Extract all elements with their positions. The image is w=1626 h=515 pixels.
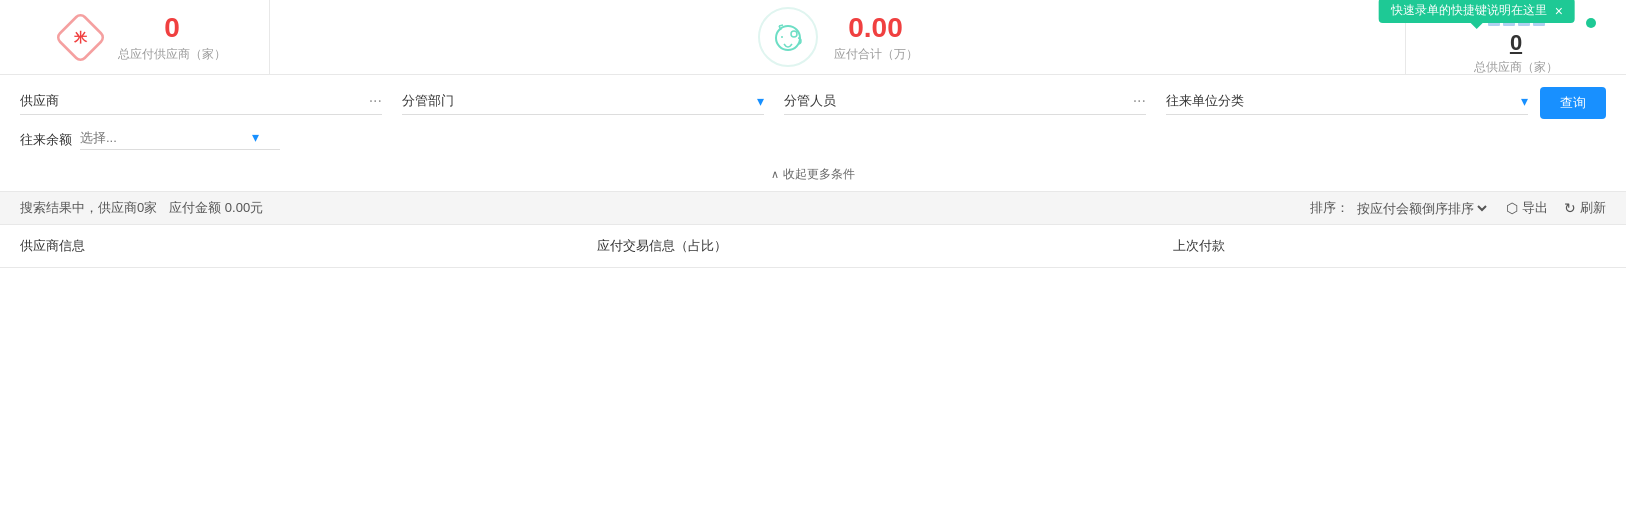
dept-dropdown-icon[interactable]: ▾	[757, 93, 764, 109]
supplier-filter-input[interactable]	[67, 93, 365, 108]
person-filter-label: 分管人员	[784, 92, 836, 110]
svg-text:米: 米	[73, 30, 88, 45]
unit-filter: 往来单位分类 ▾	[1166, 92, 1528, 115]
person-more-btn[interactable]: ···	[1133, 92, 1146, 110]
stat-total-supplier-section: 快速录单的快捷键说明在这里 × 0 总供应商（家）	[1406, 0, 1626, 74]
pig-icon	[769, 18, 807, 56]
unit-dropdown-icon[interactable]: ▾	[1521, 93, 1528, 109]
payable-icon	[758, 7, 818, 67]
supplier-filter: 供应商 ···	[20, 92, 382, 115]
export-label: 导出	[1522, 199, 1548, 217]
stats-bar: 米 0 总应付供应商（家） 0.00	[0, 0, 1626, 75]
person-filter: 分管人员 ···	[784, 92, 1146, 115]
tooltip-dot	[1586, 18, 1596, 28]
dept-filter: 分管部门 ▾	[402, 92, 764, 115]
balance-filter-input[interactable]	[80, 130, 248, 145]
stat-supplier-section: 米 0 总应付供应商（家）	[0, 0, 270, 74]
dept-filter-label: 分管部门	[402, 92, 454, 110]
diamond-logo: 米	[53, 10, 108, 65]
payable-amount: 0.00	[848, 11, 903, 45]
collapse-row: ∧ 收起更多条件	[20, 160, 1606, 191]
total-supplier-label: 总供应商（家）	[1474, 59, 1558, 76]
supplier-count: 0	[164, 11, 180, 45]
refresh-label: 刷新	[1580, 199, 1606, 217]
results-summary: 搜索结果中，供应商0家 应付金额 0.00元	[20, 199, 263, 217]
results-actions: 排序： 按应付会额倒序排序 ⬡ 导出 ↻ 刷新	[1310, 199, 1606, 217]
col-transaction-header: 应付交易信息（占比）	[597, 237, 1174, 255]
balance-dropdown-icon[interactable]: ▾	[252, 129, 259, 145]
tooltip-bar: 快速录单的快捷键说明在这里 ×	[1379, 0, 1575, 23]
svg-point-6	[781, 36, 783, 38]
dept-filter-input[interactable]	[462, 93, 753, 108]
export-icon: ⬡	[1506, 200, 1518, 216]
sort-section: 排序： 按应付会额倒序排序	[1310, 199, 1490, 217]
results-amount: 应付金额 0.00元	[169, 199, 263, 217]
results-bar: 搜索结果中，供应商0家 应付金额 0.00元 排序： 按应付会额倒序排序 ⬡ 导…	[0, 192, 1626, 225]
collapse-arrow-icon: ∧	[771, 168, 779, 181]
tooltip-close-btn[interactable]: ×	[1555, 4, 1563, 18]
tooltip-text: 快速录单的快捷键说明在这里	[1391, 2, 1547, 19]
svg-point-3	[791, 31, 797, 37]
refresh-button[interactable]: ↻ 刷新	[1564, 199, 1606, 217]
supplier-label: 总应付供应商（家）	[118, 46, 226, 63]
unit-filter-label: 往来单位分类	[1166, 92, 1244, 110]
col-supplier-header: 供应商信息	[20, 237, 597, 255]
export-button[interactable]: ⬡ 导出	[1506, 199, 1548, 217]
svg-line-5	[779, 25, 783, 26]
filter-area: 供应商 ··· 分管部门 ▾ 分管人员 ··· 往来单位分类 ▾ 查询 往来余额	[0, 75, 1626, 192]
results-text: 搜索结果中，供应商0家	[20, 199, 157, 217]
total-supplier-count: 0	[1510, 30, 1522, 56]
col-last-payment-header: 上次付款	[1173, 237, 1606, 255]
sort-select[interactable]: 按应付会额倒序排序	[1353, 200, 1490, 217]
table-body	[0, 268, 1626, 515]
filter-row-1: 供应商 ··· 分管部门 ▾ 分管人员 ··· 往来单位分类 ▾ 查询	[20, 87, 1606, 119]
payable-label: 应付合计（万）	[834, 46, 918, 63]
stat-payable-section: 0.00 应付合计（万）	[270, 0, 1406, 74]
supplier-filter-label: 供应商	[20, 92, 59, 110]
balance-filter-label: 往来余额	[20, 131, 72, 149]
balance-filter: ▾	[80, 129, 280, 150]
refresh-icon: ↻	[1564, 200, 1576, 216]
collapse-btn-label: 收起更多条件	[783, 166, 855, 183]
supplier-more-btn[interactable]: ···	[369, 92, 382, 110]
sort-label: 排序：	[1310, 199, 1349, 217]
filter-row-2: 往来余额 ▾	[20, 129, 1606, 150]
collapse-button[interactable]: ∧ 收起更多条件	[771, 166, 855, 183]
search-button[interactable]: 查询	[1540, 87, 1606, 119]
person-filter-input[interactable]	[844, 93, 1129, 108]
unit-filter-input[interactable]	[1252, 93, 1517, 108]
table-header: 供应商信息 应付交易信息（占比） 上次付款	[0, 225, 1626, 268]
